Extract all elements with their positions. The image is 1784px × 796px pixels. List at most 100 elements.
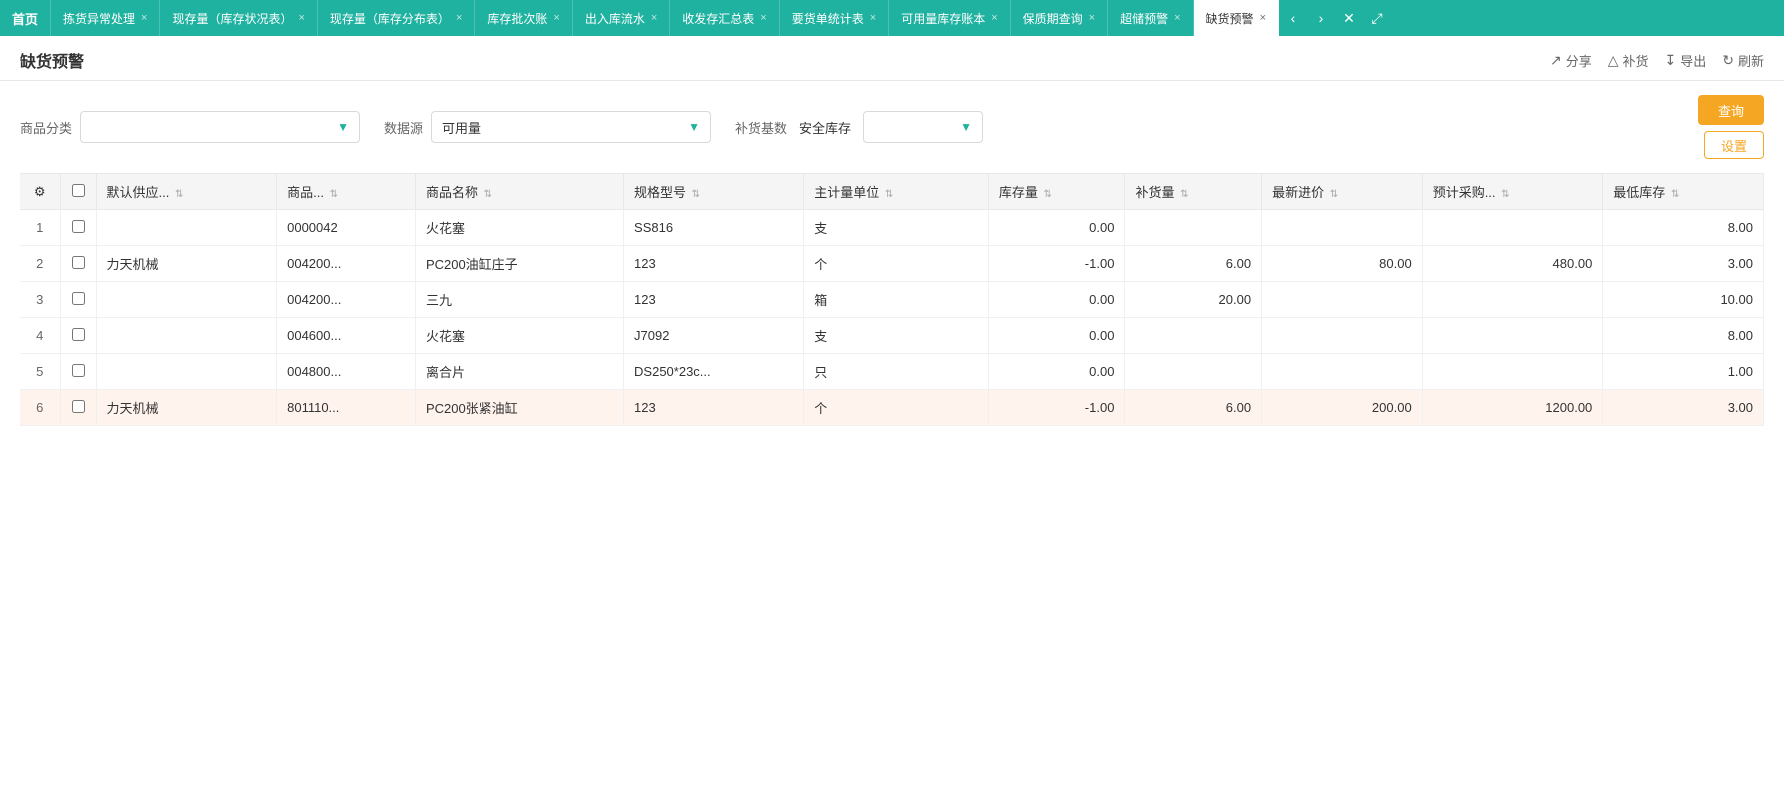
tab-9-close[interactable]: ×	[1089, 12, 1095, 24]
export-icon: ↧	[1665, 52, 1677, 69]
row-checkbox-1[interactable]	[72, 256, 85, 269]
category-label: 商品分类	[20, 118, 72, 137]
cell-spec-0: SS816	[624, 210, 804, 246]
tab-maximize-btn[interactable]: ⤢	[1363, 0, 1391, 36]
refresh-icon: ↻	[1722, 52, 1734, 69]
cell-min-stock-2: 10.00	[1603, 282, 1764, 318]
tab-8-close[interactable]: ×	[991, 12, 997, 24]
replenish-icon: △	[1608, 52, 1619, 69]
tab-close-all-btn[interactable]: ✕	[1335, 0, 1363, 36]
table-row: 5 004800... 离合片 DS250*23c... 只 0.00 1.00	[20, 354, 1764, 390]
cell-supplier-3	[96, 318, 277, 354]
cell-stock-4: 0.00	[988, 354, 1125, 390]
datasource-arrow-icon: ▼	[688, 120, 700, 134]
row-checkbox-5[interactable]	[72, 400, 85, 413]
tab-6[interactable]: 收发存汇总表 ×	[670, 0, 779, 36]
sort-stock-icon[interactable]: ⇅	[1043, 189, 1051, 200]
row-checkbox-0[interactable]	[72, 220, 85, 233]
replenish-base-value: 安全库存	[799, 118, 851, 137]
tab-7-close[interactable]: ×	[870, 12, 876, 24]
tab-5-close[interactable]: ×	[651, 12, 657, 24]
table-row: 2 力天机械 004200... PC200油缸庄子 123 个 -1.00 6…	[20, 246, 1764, 282]
col-min-stock-label: 最低库存	[1613, 185, 1665, 200]
cell-checkbox-2[interactable]	[60, 282, 96, 318]
sort-replenish-icon[interactable]: ⇅	[1180, 189, 1188, 200]
tab-11[interactable]: 缺货预警 ×	[1194, 0, 1279, 36]
cell-latest-price-1: 80.00	[1262, 246, 1423, 282]
cell-unit-5: 个	[804, 390, 989, 426]
refresh-label: 刷新	[1738, 51, 1764, 70]
cell-checkbox-5[interactable]	[60, 390, 96, 426]
cell-spec-1: 123	[624, 246, 804, 282]
cell-checkbox-3[interactable]	[60, 318, 96, 354]
cell-latest-price-3	[1262, 318, 1423, 354]
datasource-value: 可用量	[442, 118, 481, 137]
replenish-button[interactable]: △ 补货	[1608, 51, 1649, 70]
sort-name-icon[interactable]: ⇅	[484, 189, 492, 200]
sort-unit-icon[interactable]: ⇅	[885, 189, 893, 200]
cell-index-3: 4	[20, 318, 60, 354]
tab-6-close[interactable]: ×	[760, 12, 766, 24]
datasource-select[interactable]: 可用量 ▼	[431, 111, 711, 143]
cell-stock-2: 0.00	[988, 282, 1125, 318]
export-button[interactable]: ↧ 导出	[1665, 51, 1707, 70]
cell-supplier-2	[96, 282, 277, 318]
tab-2[interactable]: 现存量（库存状况表） ×	[160, 0, 317, 36]
cell-replenish-1: 6.00	[1125, 246, 1262, 282]
sort-code-icon[interactable]: ⇅	[330, 189, 338, 200]
cell-checkbox-0[interactable]	[60, 210, 96, 246]
tab-1-close[interactable]: ×	[141, 12, 147, 24]
tab-3-close[interactable]: ×	[456, 12, 462, 24]
tab-5[interactable]: 出入库流水 ×	[573, 0, 670, 36]
col-gear[interactable]: ⚙	[20, 174, 60, 210]
cell-code-2: 004200...	[277, 282, 416, 318]
tab-10-close[interactable]: ×	[1174, 12, 1180, 24]
share-button[interactable]: ↗ 分享	[1550, 51, 1592, 70]
table-row: 6 力天机械 801110... PC200张紧油缸 123 个 -1.00 6…	[20, 390, 1764, 426]
tab-6-label: 收发存汇总表	[682, 10, 754, 27]
query-button[interactable]: 查询	[1698, 95, 1764, 125]
replenish-filter: 补货基数 安全库存 ▼	[735, 111, 983, 143]
row-checkbox-4[interactable]	[72, 364, 85, 377]
tab-3[interactable]: 现存量（库存分布表） ×	[318, 0, 475, 36]
tab-7[interactable]: 要货单统计表 ×	[780, 0, 889, 36]
select-all-checkbox[interactable]	[72, 184, 85, 197]
tab-11-close[interactable]: ×	[1260, 12, 1266, 24]
tab-home[interactable]: 首页	[0, 0, 51, 36]
cell-replenish-4	[1125, 354, 1262, 390]
row-checkbox-2[interactable]	[72, 292, 85, 305]
tab-1[interactable]: 拣货异常处理 ×	[51, 0, 160, 36]
tab-bar: 首页 拣货异常处理 × 现存量（库存状况表） × 现存量（库存分布表） × 库存…	[0, 0, 1784, 36]
sort-latest-price-icon[interactable]: ⇅	[1330, 189, 1338, 200]
cell-supplier-0	[96, 210, 277, 246]
refresh-button[interactable]: ↻ 刷新	[1722, 51, 1764, 70]
cell-name-4: 离合片	[415, 354, 623, 390]
tab-9[interactable]: 保质期查询 ×	[1011, 0, 1108, 36]
cell-checkbox-1[interactable]	[60, 246, 96, 282]
table-row: 1 0000042 火花塞 SS816 支 0.00 8.00	[20, 210, 1764, 246]
cell-unit-3: 支	[804, 318, 989, 354]
col-min-stock: 最低库存 ⇅	[1603, 174, 1764, 210]
tab-2-close[interactable]: ×	[298, 12, 304, 24]
col-checkbox[interactable]	[60, 174, 96, 210]
tab-11-label: 缺货预警	[1206, 10, 1254, 27]
tab-4-close[interactable]: ×	[553, 12, 559, 24]
category-select[interactable]: ▼	[80, 111, 360, 143]
tab-10[interactable]: 超储预警 ×	[1108, 0, 1193, 36]
cell-latest-price-5: 200.00	[1262, 390, 1423, 426]
cell-checkbox-4[interactable]	[60, 354, 96, 390]
table-row: 4 004600... 火花塞 J7092 支 0.00 8.00	[20, 318, 1764, 354]
row-checkbox-3[interactable]	[72, 328, 85, 341]
sort-est-purchase-icon[interactable]: ⇅	[1501, 189, 1509, 200]
sort-min-stock-icon[interactable]: ⇅	[1671, 189, 1679, 200]
tab-4[interactable]: 库存批次账 ×	[475, 0, 572, 36]
cell-unit-1: 个	[804, 246, 989, 282]
settings-button[interactable]: 设置	[1704, 131, 1764, 159]
replenish-base-select[interactable]: ▼	[863, 111, 983, 143]
tab-8[interactable]: 可用量库存账本 ×	[889, 0, 1010, 36]
table-header-row: ⚙ 默认供应... ⇅ 商品... ⇅ 商品名称 ⇅	[20, 174, 1764, 210]
tab-next-btn[interactable]: ›	[1307, 0, 1335, 36]
sort-spec-icon[interactable]: ⇅	[692, 189, 700, 200]
sort-supplier-icon[interactable]: ⇅	[175, 189, 183, 200]
tab-prev-btn[interactable]: ‹	[1279, 0, 1307, 36]
